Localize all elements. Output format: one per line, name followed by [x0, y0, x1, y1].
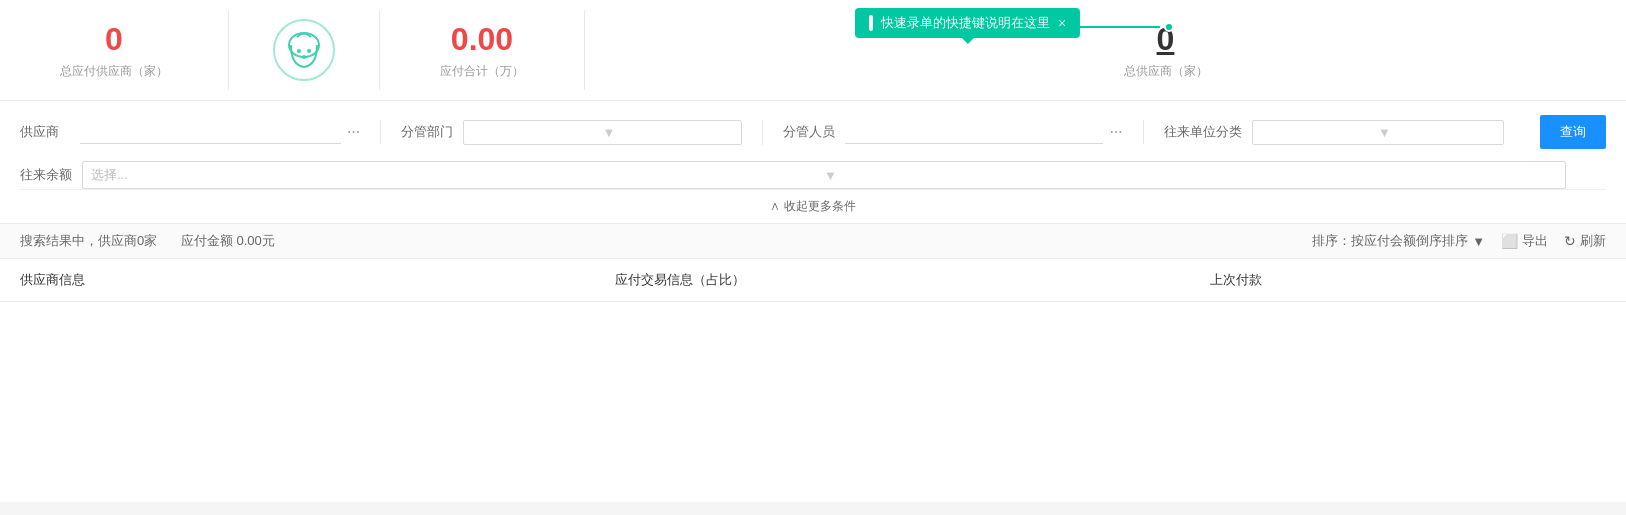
stat-payable-total-value: 0.00	[451, 20, 513, 58]
refresh-icon: ↻	[1564, 233, 1576, 249]
table-header: 供应商信息 应付交易信息（占比） 上次付款	[0, 259, 1626, 302]
col-header-supplier-info: 供应商信息	[20, 271, 615, 289]
department-field: 分管部门 ▼	[401, 120, 762, 145]
svg-point-4	[302, 55, 306, 59]
tooltip-close-btn[interactable]: ×	[1058, 15, 1066, 31]
stat-total-suppliers-label: 总供应商（家）	[1124, 63, 1208, 80]
col-header-last-payment: 上次付款	[1210, 271, 1607, 289]
search-row-2: 往来余额 选择... ▼	[20, 161, 1606, 189]
query-button[interactable]: 查询	[1540, 115, 1606, 149]
person-input[interactable]	[845, 120, 1104, 144]
tooltip-connector	[1080, 22, 1174, 32]
balance-field: 往来余额 选择... ▼	[20, 161, 1586, 189]
svg-point-2	[297, 49, 301, 53]
sort-label: 排序：按应付会额倒序排序	[1312, 232, 1468, 250]
refresh-btn[interactable]: ↻ 刷新	[1564, 232, 1606, 250]
table-body	[0, 302, 1626, 502]
balance-placeholder: 选择...	[91, 166, 824, 184]
search-row-1: 供应商 ··· 分管部门 ▼ 分管人员 ··· 往来单位分类 ▼	[20, 115, 1606, 149]
supplier-field: 供应商 ···	[20, 120, 381, 144]
result-info: 搜索结果中，供应商0家 应付金额 0.00元	[20, 232, 275, 250]
department-arrow-icon: ▼	[602, 125, 732, 140]
export-icon: ⬜	[1501, 233, 1518, 249]
svg-point-0	[274, 20, 334, 80]
bag-icon	[269, 15, 339, 85]
supplier-input[interactable]	[80, 120, 341, 144]
person-dots-btn[interactable]: ···	[1109, 123, 1122, 141]
top-stats-bar: 0 总应付供应商（家） 0.00 应付合计（万） 快速录单的快捷键说明在这里 ×…	[0, 0, 1626, 101]
result-amount: 应付金额 0.00元	[181, 233, 275, 248]
supplier-dots-btn[interactable]: ···	[347, 123, 360, 141]
department-label: 分管部门	[401, 123, 453, 141]
collapse-label: ∧ 收起更多条件	[770, 199, 855, 213]
unit-category-arrow-icon: ▼	[1378, 125, 1495, 140]
balance-label: 往来余额	[20, 166, 72, 184]
search-area: 供应商 ··· 分管部门 ▼ 分管人员 ··· 往来单位分类 ▼	[0, 101, 1626, 224]
stat-payable-total-label: 应付合计（万）	[440, 63, 524, 80]
sort-select[interactable]: 排序：按应付会额倒序排序 ▼	[1312, 232, 1485, 250]
svg-point-3	[307, 49, 311, 53]
result-bar: 搜索结果中，供应商0家 应付金额 0.00元 排序：按应付会额倒序排序 ▼ ⬜ …	[0, 224, 1626, 259]
person-label: 分管人员	[783, 123, 835, 141]
tooltip-text: 快速录单的快捷键说明在这里	[881, 14, 1050, 32]
person-field: 分管人员 ···	[783, 120, 1144, 144]
stat-payable-total: 0.00 应付合计（万）	[380, 10, 585, 89]
result-text: 搜索结果中，供应商0家	[20, 233, 157, 248]
unit-category-label: 往来单位分类	[1164, 123, 1242, 141]
shortcut-tooltip[interactable]: 快速录单的快捷键说明在这里 ×	[855, 8, 1080, 38]
icon-divider	[229, 10, 380, 90]
stat-total-payable-value: 0	[105, 20, 123, 58]
balance-dropdown[interactable]: 选择... ▼	[82, 161, 1566, 189]
tooltip-bar-icon	[869, 15, 873, 31]
col-header-transaction-info: 应付交易信息（占比）	[615, 271, 1210, 289]
stat-total-payable-suppliers: 0 总应付供应商（家）	[0, 10, 229, 89]
collapse-bar[interactable]: ∧ 收起更多条件	[20, 189, 1606, 223]
refresh-label: 刷新	[1580, 232, 1606, 250]
department-dropdown[interactable]: ▼	[463, 120, 741, 145]
result-actions: 排序：按应付会额倒序排序 ▼ ⬜ 导出 ↻ 刷新	[1312, 232, 1606, 250]
supplier-label: 供应商	[20, 123, 70, 141]
stat-total-payable-label: 总应付供应商（家）	[60, 63, 168, 80]
unit-category-dropdown[interactable]: ▼	[1252, 120, 1504, 145]
export-btn[interactable]: ⬜ 导出	[1501, 232, 1548, 250]
export-label: 导出	[1522, 232, 1548, 250]
svg-point-1	[289, 33, 319, 57]
sort-arrow-icon: ▼	[1472, 234, 1485, 249]
balance-arrow-icon: ▼	[824, 168, 1557, 183]
unit-category-field: 往来单位分类 ▼	[1164, 120, 1524, 145]
